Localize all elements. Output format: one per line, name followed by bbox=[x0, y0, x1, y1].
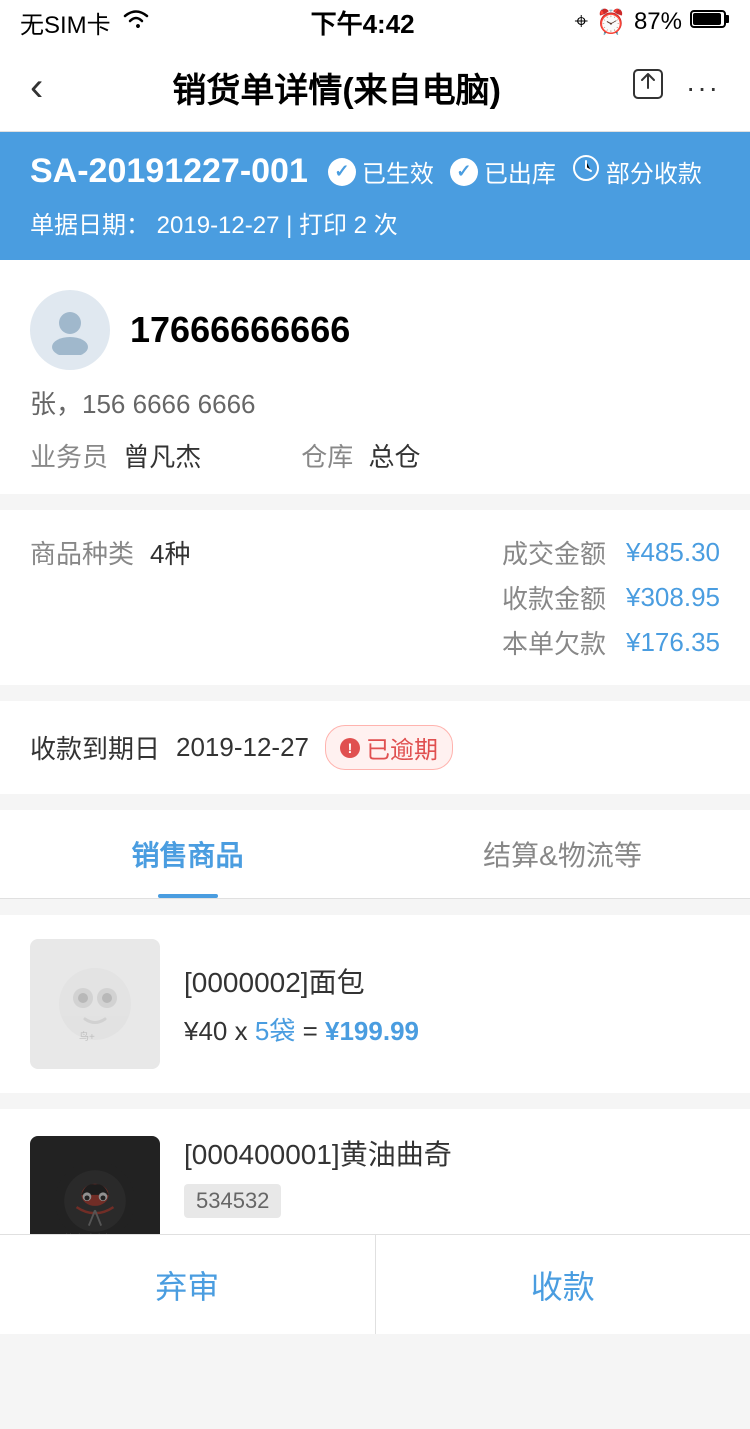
status-partial-label: 部分收款 bbox=[606, 154, 702, 189]
price-eq-1: = bbox=[303, 1016, 325, 1046]
alarm-icon: ⏰ bbox=[596, 8, 626, 37]
customer-name: 17666666666 bbox=[130, 309, 350, 351]
sales-section: 业务员 曾凡杰 bbox=[30, 437, 201, 474]
back-button[interactable]: ‹ bbox=[30, 65, 43, 110]
summary-section: 商品种类 4种 成交金额 ¥485.30 收款金额 ¥308.95 本单欠款 ¥… bbox=[0, 510, 750, 685]
share-icon[interactable] bbox=[630, 66, 666, 110]
amount-value: ¥485.30 bbox=[626, 537, 720, 568]
tab-sales-products[interactable]: 销售商品 bbox=[0, 810, 375, 898]
sales-person-value: 曾凡杰 bbox=[123, 442, 201, 472]
payment-label: 收款 bbox=[531, 1262, 595, 1308]
overdue-dot-icon: ! bbox=[340, 738, 360, 758]
price-qty-1: 5袋 bbox=[255, 1016, 303, 1046]
summary-right: 成交金额 ¥485.30 收款金额 ¥308.95 本单欠款 ¥176.35 bbox=[502, 534, 720, 661]
order-date: 2019-12-27 bbox=[157, 212, 280, 239]
overdue-badge: ! 已逾期 bbox=[325, 725, 453, 770]
payment-button[interactable]: 收款 bbox=[376, 1235, 750, 1334]
print-info: 打印 2 次 bbox=[299, 212, 398, 239]
check-icon-2: ✓ bbox=[450, 158, 478, 186]
customer-info-row: 业务员 曾凡杰 仓库 总仓 bbox=[30, 437, 720, 474]
received-label: 收款金额 bbox=[502, 579, 606, 616]
battery-icon bbox=[690, 8, 730, 36]
tabs-section: 销售商品 结算&物流等 bbox=[0, 810, 750, 899]
more-icon[interactable]: ··· bbox=[686, 72, 720, 104]
check-icon-1: ✓ bbox=[328, 158, 356, 186]
product-price-row-1: ¥40 x 5袋 = ¥199.99 bbox=[184, 1011, 720, 1048]
tab-sales-label: 销售商品 bbox=[131, 840, 243, 871]
battery-text: 87% bbox=[634, 8, 682, 36]
amount-label: 成交金额 bbox=[502, 534, 606, 571]
product-name-2: [000400001]黄油曲奇 bbox=[184, 1133, 720, 1173]
overdue-text: 已逾期 bbox=[366, 730, 438, 765]
type-count: 4种 bbox=[150, 534, 190, 571]
nav-bar: ‹ 销货单详情(来自电脑) ··· bbox=[0, 44, 750, 132]
status-tags: ✓ 已生效 ✓ 已出库 部分收款 bbox=[328, 154, 702, 189]
summary-left: 商品种类 4种 bbox=[30, 534, 190, 571]
page-title: 销货单详情(来自电脑) bbox=[172, 63, 501, 112]
discard-label: 弃审 bbox=[155, 1262, 219, 1308]
avatar bbox=[30, 290, 110, 370]
discard-button[interactable]: 弃审 bbox=[0, 1235, 376, 1334]
clock-icon bbox=[572, 154, 600, 189]
balance-label: 本单欠款 bbox=[502, 624, 606, 661]
customer-sub: 张，156 6666 6666 bbox=[30, 384, 720, 421]
balance-row: 本单欠款 ¥176.35 bbox=[502, 624, 720, 661]
summary-grid: 商品种类 4种 成交金额 ¥485.30 收款金额 ¥308.95 本单欠款 ¥… bbox=[30, 534, 720, 661]
product-name-1: [0000002]面包 bbox=[184, 961, 720, 1001]
warehouse-section: 仓库 总仓 bbox=[301, 437, 420, 474]
svg-text:鸟+: 鸟+ bbox=[79, 1030, 95, 1043]
warehouse-value: 总仓 bbox=[369, 442, 421, 472]
status-right: ⌖ ⏰ 87% bbox=[575, 8, 730, 37]
product-info-1: [0000002]面包 ¥40 x 5袋 = ¥199.99 bbox=[184, 961, 720, 1048]
price-total-1: ¥199.99 bbox=[325, 1016, 419, 1046]
print-divider: | bbox=[286, 212, 299, 239]
wifi-icon bbox=[121, 8, 151, 37]
amount-row: 成交金额 ¥485.30 bbox=[502, 534, 720, 571]
price-unit-1: ¥40 bbox=[184, 1016, 227, 1046]
status-shipped: ✓ 已出库 bbox=[450, 154, 556, 189]
status-bar: 无SIM卡 下午4:42 ⌖ ⏰ 87% bbox=[0, 0, 750, 44]
product-list: 鸟+ [0000002]面包 ¥40 x 5袋 = ¥199.99 bbox=[0, 915, 750, 1429]
price-mult-1: x bbox=[235, 1016, 255, 1046]
balance-value: ¥176.35 bbox=[626, 627, 720, 658]
product-thumb-1: 鸟+ bbox=[30, 939, 160, 1069]
list-item: 鸟+ [0000002]面包 ¥40 x 5袋 = ¥199.99 bbox=[0, 915, 750, 1093]
customer-row: 17666666666 bbox=[30, 290, 720, 370]
due-date: 2019-12-27 bbox=[176, 732, 309, 763]
received-row: 收款金额 ¥308.95 bbox=[502, 579, 720, 616]
type-label: 商品种类 bbox=[30, 534, 134, 571]
order-date-row: 单据日期： 2019-12-27 | 打印 2 次 bbox=[30, 205, 720, 240]
nav-right: ··· bbox=[630, 66, 720, 110]
bottom-bar: 弃审 收款 bbox=[0, 1234, 750, 1334]
nav-left: ‹ bbox=[30, 65, 43, 110]
customer-section: 17666666666 张，156 6666 6666 业务员 曾凡杰 仓库 总… bbox=[0, 260, 750, 494]
tab-settlement[interactable]: 结算&物流等 bbox=[375, 810, 750, 898]
warehouse-label: 仓库 bbox=[301, 442, 353, 472]
status-partial-payment: 部分收款 bbox=[572, 154, 702, 189]
status-time: 下午4:42 bbox=[311, 4, 415, 41]
tab-settlement-label: 结算&物流等 bbox=[483, 840, 642, 871]
due-section: 收款到期日 2019-12-27 ! 已逾期 bbox=[0, 701, 750, 794]
status-effective-label: 已生效 bbox=[362, 154, 434, 189]
location-icon: ⌖ bbox=[575, 8, 589, 36]
date-label: 单据日期： bbox=[30, 212, 150, 239]
status-shipped-label: 已出库 bbox=[484, 154, 556, 189]
status-effective: ✓ 已生效 bbox=[328, 154, 434, 189]
product-sku-2: 534532 bbox=[184, 1184, 281, 1218]
carrier-text: 无SIM卡 bbox=[20, 5, 111, 40]
due-label: 收款到期日 bbox=[30, 729, 160, 766]
received-value: ¥308.95 bbox=[626, 582, 720, 613]
status-carrier: 无SIM卡 bbox=[20, 5, 151, 40]
order-header: SA-20191227-001 ✓ 已生效 ✓ 已出库 部分收款 bbox=[0, 132, 750, 260]
order-id: SA-20191227-001 bbox=[30, 152, 308, 191]
sales-label: 业务员 bbox=[30, 442, 108, 472]
